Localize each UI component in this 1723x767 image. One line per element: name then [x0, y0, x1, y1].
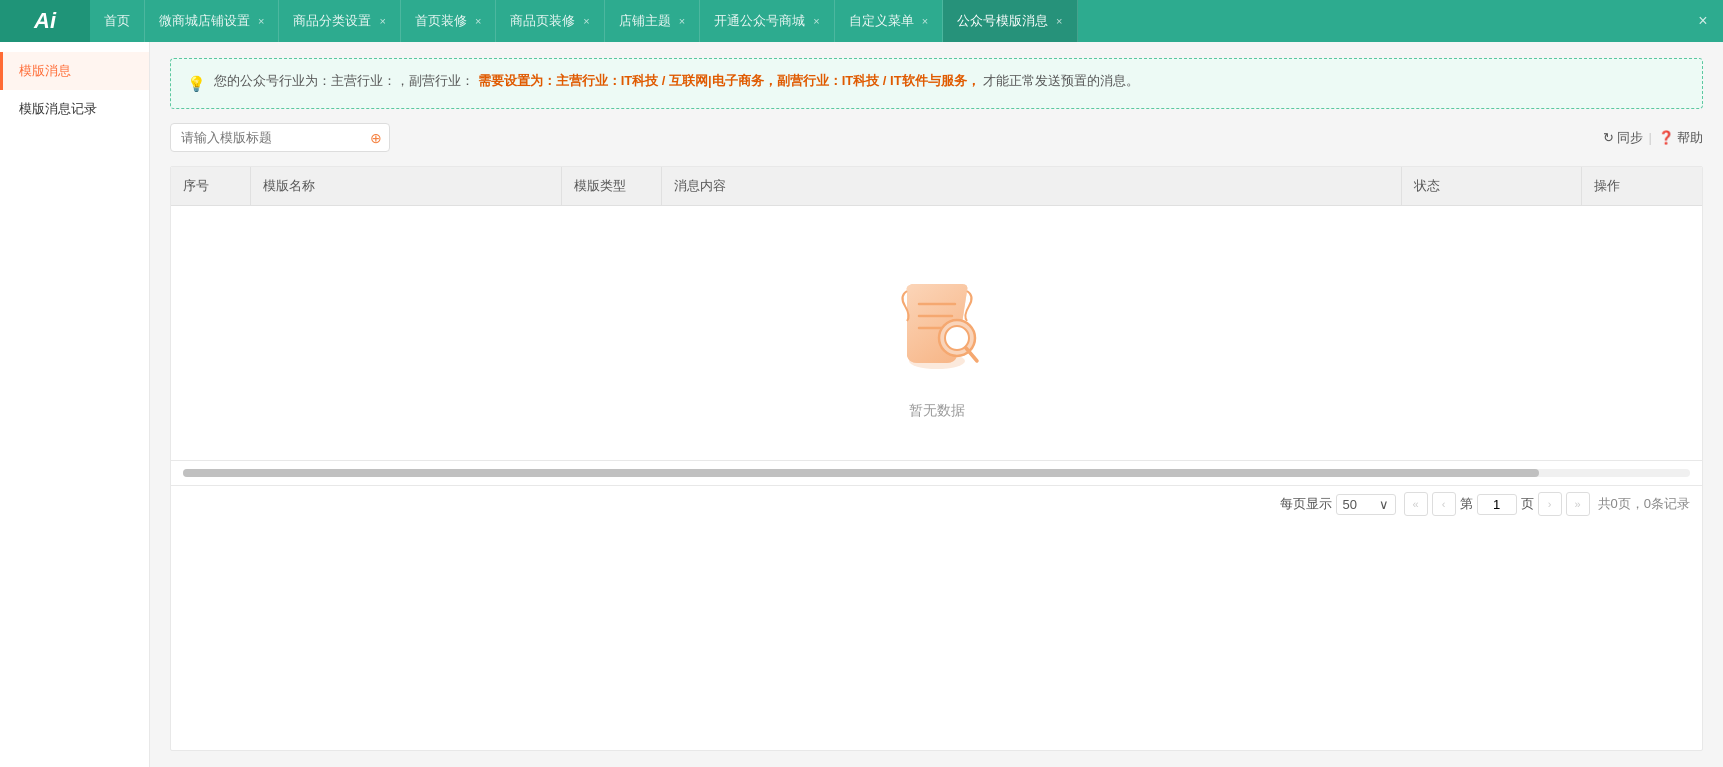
first-page-icon: « [1412, 498, 1418, 510]
tab-open-mall[interactable]: 开通公众号商城 × [700, 0, 834, 42]
tab-home[interactable]: 首页 [90, 0, 145, 42]
tab-template-msg-label: 公众号模版消息 [957, 12, 1048, 30]
empty-icon [877, 266, 997, 386]
next-page-icon: › [1548, 498, 1552, 510]
page-size-label: 每页显示 [1280, 495, 1332, 513]
tab-homepage-decor-label: 首页装修 [415, 12, 467, 30]
sidebar-item-template-msg[interactable]: 模版消息 [0, 52, 149, 90]
search-icon[interactable]: ⊕ [370, 130, 382, 146]
last-page-button[interactable]: » [1566, 492, 1590, 516]
tab-category-settings[interactable]: 商品分类设置 × [279, 0, 400, 42]
tab-template-msg-close[interactable]: × [1056, 16, 1062, 27]
next-page-button[interactable]: › [1538, 492, 1562, 516]
last-page-icon: » [1574, 498, 1580, 510]
top-navigation: Ai 首页 微商城店铺设置 × 商品分类设置 × 首页装修 × 商品页装修 × … [0, 0, 1723, 42]
tab-custom-menu-label: 自定义菜单 [849, 12, 914, 30]
help-icon: ❓ [1658, 130, 1674, 145]
horizontal-scrollbar[interactable] [171, 460, 1702, 485]
search-bar: ⊕ ↻ 同步 | ❓ 帮助 [170, 123, 1703, 152]
total-records-text: 共0页，0条记录 [1598, 495, 1690, 513]
tab-store-theme-label: 店铺主题 [619, 12, 671, 30]
first-page-button[interactable]: « [1404, 492, 1428, 516]
notice-prefix: 您的公众号行业为：主营行业：，副营行业： [214, 73, 474, 88]
content-area: 💡 您的公众号行业为：主营行业：，副营行业： 需要设置为：主营行业：IT科技 /… [150, 42, 1723, 767]
col-header-status: 状态 [1402, 167, 1582, 205]
tab-template-msg[interactable]: 公众号模版消息 × [943, 0, 1077, 42]
col-header-action: 操作 [1582, 167, 1702, 205]
tab-store-settings-close[interactable]: × [258, 16, 264, 27]
notice-icon: 💡 [187, 72, 206, 96]
toolbar-divider: | [1649, 130, 1652, 145]
sync-button[interactable]: ↻ 同步 [1603, 129, 1643, 147]
col-header-content: 消息内容 [662, 167, 1402, 205]
tab-open-mall-close[interactable]: × [813, 16, 819, 27]
sync-icon: ↻ [1603, 130, 1614, 145]
sidebar-item-template-msg-record-label: 模版消息记录 [19, 101, 97, 116]
scrollbar-thumb[interactable] [183, 469, 1539, 477]
help-button[interactable]: ❓ 帮助 [1658, 129, 1703, 147]
sidebar: 模版消息 模版消息记录 [0, 42, 150, 767]
page-navigation: « ‹ 第 页 › » [1404, 492, 1590, 516]
prev-page-button[interactable]: ‹ [1432, 492, 1456, 516]
col-header-type: 模版类型 [562, 167, 662, 205]
scrollbar-track[interactable] [183, 469, 1690, 477]
tab-store-settings[interactable]: 微商城店铺设置 × [145, 0, 279, 42]
page-label-after: 页 [1521, 495, 1534, 513]
notice-banner: 💡 您的公众号行业为：主营行业：，副营行业： 需要设置为：主营行业：IT科技 /… [170, 58, 1703, 109]
tab-store-theme[interactable]: 店铺主题 × [605, 0, 700, 42]
col-header-name: 模版名称 [251, 167, 562, 205]
tab-homepage-decor-close[interactable]: × [475, 16, 481, 27]
search-input-wrapper: ⊕ [170, 123, 390, 152]
page-label-before: 第 [1460, 495, 1473, 513]
sidebar-item-template-msg-label: 模版消息 [19, 63, 71, 78]
help-label: 帮助 [1677, 129, 1703, 147]
nav-tab-list: 首页 微商城店铺设置 × 商品分类设置 × 首页装修 × 商品页装修 × 店铺主… [90, 0, 1683, 42]
tab-product-decor[interactable]: 商品页装修 × [496, 0, 604, 42]
notice-suffix: 才能正常发送预置的消息。 [983, 73, 1139, 88]
prev-page-icon: ‹ [1442, 498, 1446, 510]
pagination-bar: 每页显示 50 ∨ « ‹ 第 页 [171, 485, 1702, 522]
toolbar-right: ↻ 同步 | ❓ 帮助 [1603, 129, 1703, 147]
tab-home-label: 首页 [104, 12, 130, 30]
sidebar-item-template-msg-record[interactable]: 模版消息记录 [0, 90, 149, 128]
tab-custom-menu[interactable]: 自定义菜单 × [835, 0, 943, 42]
tab-category-settings-close[interactable]: × [379, 16, 385, 27]
page-size-value: 50 [1343, 497, 1357, 512]
page-size-select: 每页显示 50 ∨ [1280, 494, 1396, 515]
current-page-input[interactable] [1477, 494, 1517, 515]
tab-open-mall-label: 开通公众号商城 [714, 12, 805, 30]
notice-highlight: 需要设置为：主营行业：IT科技 / 互联网|电子商务，副营行业：IT科技 / I… [478, 73, 980, 88]
tab-homepage-decor[interactable]: 首页装修 × [401, 0, 496, 42]
empty-text: 暂无数据 [909, 402, 965, 420]
main-layout: 模版消息 模版消息记录 💡 您的公众号行业为：主营行业：，副营行业： 需要设置为… [0, 42, 1723, 767]
tab-product-decor-close[interactable]: × [583, 16, 589, 27]
tab-product-decor-label: 商品页装修 [510, 12, 575, 30]
col-header-seq: 序号 [171, 167, 251, 205]
chevron-down-icon: ∨ [1379, 497, 1389, 512]
sync-label: 同步 [1617, 129, 1643, 147]
tab-store-settings-label: 微商城店铺设置 [159, 12, 250, 30]
notice-text: 您的公众号行业为：主营行业：，副营行业： 需要设置为：主营行业：IT科技 / 互… [214, 71, 1139, 92]
tab-category-settings-label: 商品分类设置 [293, 12, 371, 30]
app-logo: Ai [0, 0, 90, 42]
empty-state: 暂无数据 [171, 206, 1702, 460]
svg-point-7 [950, 331, 956, 337]
data-table: 序号 模版名称 模版类型 消息内容 状态 操作 [170, 166, 1703, 751]
tab-custom-menu-close[interactable]: × [922, 16, 928, 27]
tab-store-theme-close[interactable]: × [679, 16, 685, 27]
search-input[interactable] [170, 123, 390, 152]
table-header: 序号 模版名称 模版类型 消息内容 状态 操作 [171, 167, 1702, 206]
global-close-button[interactable]: × [1683, 0, 1723, 42]
page-size-dropdown[interactable]: 50 ∨ [1336, 494, 1396, 515]
